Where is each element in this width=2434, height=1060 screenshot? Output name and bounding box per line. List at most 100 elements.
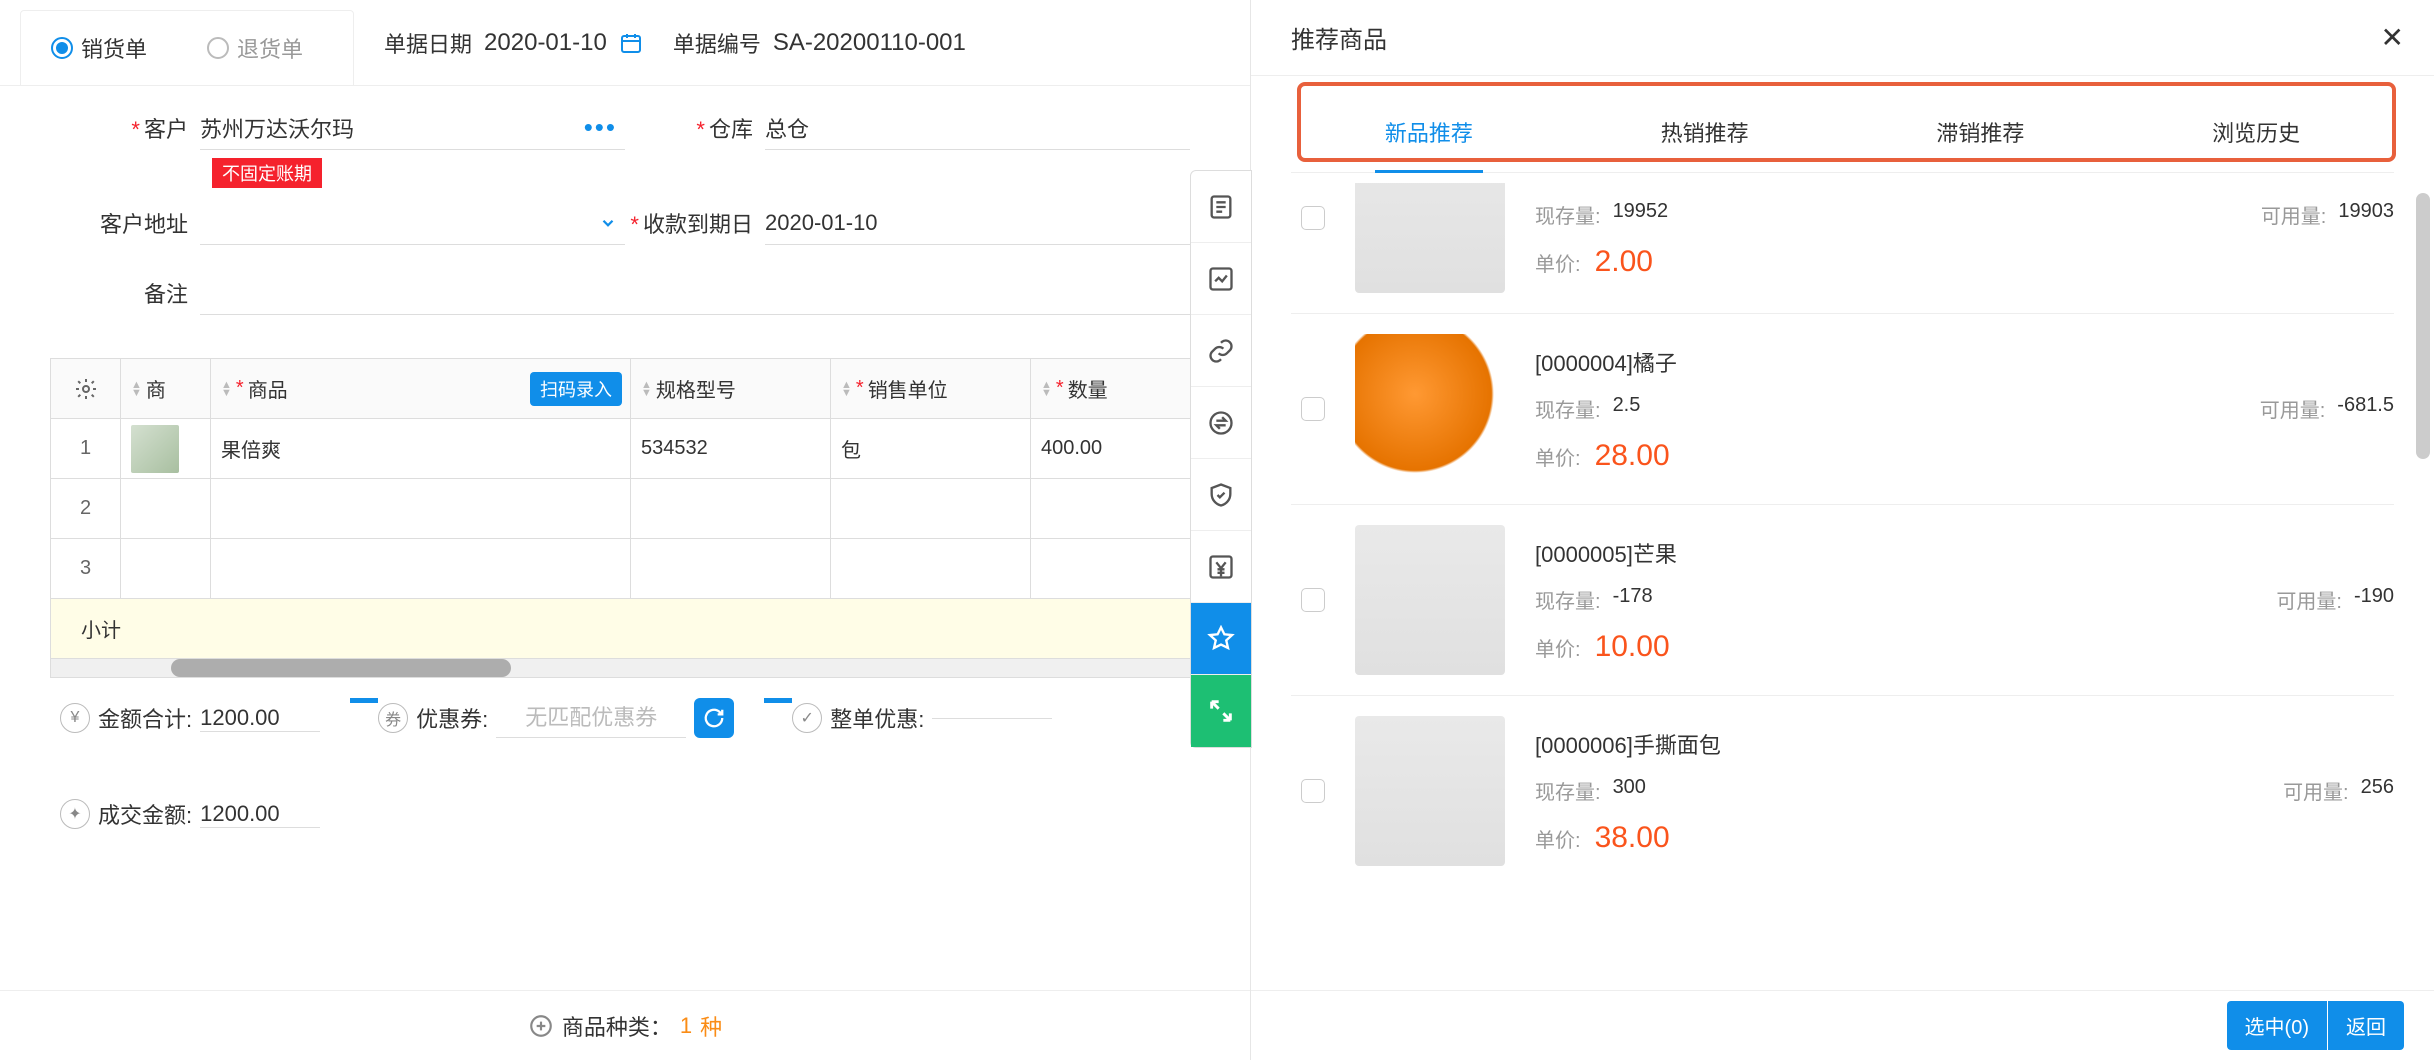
- list-item[interactable]: [0000004]橘子 现存量:2.5 可用量:-681.5 单价:28.00: [1291, 314, 2394, 505]
- doc-no-value: SA-20200110-001: [773, 29, 966, 57]
- radio-checked-icon: [51, 37, 73, 59]
- chevron-down-icon[interactable]: [599, 214, 617, 232]
- yen-icon: ¥: [60, 703, 90, 733]
- recommend-tabs: 新品推荐 热销推荐 滞销推荐 浏览历史: [1291, 92, 2394, 173]
- deal-amount: ✦ 成交金额: 1200.00: [60, 798, 320, 830]
- customer-field[interactable]: 苏州万达沃尔玛 •••: [200, 106, 625, 150]
- form-area: *客户 苏州万达沃尔玛 ••• 不固定账期 *仓库 总仓: [0, 86, 1250, 338]
- price-row: 单价:2.00: [1535, 245, 2394, 279]
- table-row[interactable]: 2: [51, 479, 1199, 539]
- more-dots-icon[interactable]: •••: [584, 112, 617, 143]
- col-thumb[interactable]: 商: [121, 359, 211, 418]
- currency-tool[interactable]: [1191, 531, 1251, 603]
- tab-slow[interactable]: 滞销推荐: [1916, 92, 2044, 172]
- horizontal-scrollbar[interactable]: [51, 659, 1199, 677]
- col-product[interactable]: *商品 扫码录入: [211, 359, 631, 418]
- radio-unchecked-icon: [207, 37, 229, 59]
- item-checkbox[interactable]: [1301, 206, 1325, 230]
- tab-new[interactable]: 新品推荐: [1365, 92, 1493, 172]
- expand-tool[interactable]: [1191, 675, 1251, 747]
- table-row[interactable]: 1 果倍爽 534532 包 400.00: [51, 419, 1199, 479]
- product-thumb: [121, 419, 211, 478]
- avail-stat: 可用量:19903: [2261, 200, 2394, 229]
- gear-icon: [74, 377, 98, 401]
- product-image-placeholder: [1355, 183, 1505, 293]
- item-checkbox[interactable]: [1301, 588, 1325, 612]
- list-item[interactable]: 250mL 现存量:19952 可用量:19903 单价:2.00: [1291, 183, 2394, 314]
- package-icon: [528, 1013, 554, 1039]
- recommend-panel: 推荐商品 ✕ 新品推荐 热销推荐 滞销推荐 浏览历史 250mL 现存量:199…: [1250, 0, 2434, 1060]
- address-label: 客户地址: [60, 207, 200, 239]
- link-tool[interactable]: [1191, 315, 1251, 387]
- shield-tool[interactable]: [1191, 459, 1251, 531]
- item-name: [0000005]芒果: [1535, 537, 2394, 569]
- header-bar: 销货单 退货单 单据日期 2020-01-10 单据编号 SA-20200110…: [0, 0, 1250, 86]
- order-type-radio-group: 销货单 退货单: [20, 10, 354, 86]
- item-checkbox[interactable]: [1301, 397, 1325, 421]
- minus-icon: [350, 698, 378, 703]
- grid-header-row: 商 *商品 扫码录入 规格型号 *销售单位 *数量: [51, 359, 1199, 419]
- bottom-summary-bar: 商品种类： 1 种: [0, 990, 1250, 1060]
- refresh-icon: [703, 707, 725, 729]
- due-date-field[interactable]: 2020-01-10: [765, 201, 1190, 245]
- line-items-grid: 商 *商品 扫码录入 规格型号 *销售单位 *数量 1 果倍爽 534532 包…: [0, 358, 1250, 678]
- gear-column[interactable]: [51, 359, 121, 418]
- selected-count-button[interactable]: 选中(0): [2227, 1001, 2327, 1050]
- price-row: 单价:10.00: [1535, 630, 2394, 664]
- unit-cell[interactable]: 包: [831, 419, 1031, 478]
- radio-return-order[interactable]: 退货单: [187, 22, 313, 74]
- list-item[interactable]: [0000006]手撕面包 现存量:300 可用量:256 单价:38.00: [1291, 696, 2394, 886]
- favorite-tool[interactable]: [1191, 603, 1251, 675]
- doc-date-value[interactable]: 2020-01-10: [484, 29, 607, 57]
- radio-sales-order[interactable]: 销货单: [31, 22, 157, 74]
- total-amount: ¥ 金额合计: 1200.00: [60, 698, 320, 738]
- remark-field[interactable]: [200, 271, 1190, 315]
- stock-stat: 现存量:2.5: [1535, 394, 1640, 423]
- table-row[interactable]: 3: [51, 539, 1199, 599]
- item-checkbox[interactable]: [1301, 779, 1325, 803]
- close-icon[interactable]: ✕: [2381, 21, 2404, 54]
- item-name: [0000006]手撕面包: [1535, 728, 2394, 760]
- tab-hot[interactable]: 热销推荐: [1641, 92, 1769, 172]
- tab-history[interactable]: 浏览历史: [2192, 92, 2320, 172]
- swap-tool[interactable]: [1191, 387, 1251, 459]
- product-image-orange: [1355, 334, 1505, 484]
- vertical-scrollbar[interactable]: [2416, 183, 2430, 667]
- warehouse-field[interactable]: 总仓: [765, 106, 1190, 150]
- refresh-coupon-button[interactable]: [694, 698, 734, 738]
- price-row: 单价:28.00: [1535, 439, 2394, 473]
- minus-icon: [764, 698, 792, 703]
- avail-stat: 可用量:256: [2283, 776, 2394, 805]
- item-name: 250mL: [1535, 183, 2394, 184]
- back-button[interactable]: 返回: [2328, 1001, 2404, 1050]
- stock-stat: 现存量:-178: [1535, 585, 1653, 614]
- chart-tool[interactable]: [1191, 243, 1251, 315]
- notes-tool[interactable]: [1191, 171, 1251, 243]
- coupon-input[interactable]: [496, 698, 686, 738]
- avail-stat: 可用量:-190: [2276, 585, 2394, 614]
- col-spec[interactable]: 规格型号: [631, 359, 831, 418]
- product-name-cell[interactable]: 果倍爽: [211, 419, 631, 478]
- doc-no-group: 单据编号 SA-20200110-001: [673, 27, 966, 59]
- recommend-list: 250mL 现存量:19952 可用量:19903 单价:2.00 [00000…: [1251, 183, 2434, 990]
- product-image-placeholder: [1355, 525, 1505, 675]
- spec-cell[interactable]: 534532: [631, 419, 831, 478]
- totals-area: ¥ 金额合计: 1200.00 券 优惠券: ✓ 整单优惠: ✦: [0, 678, 1250, 850]
- recommend-tabs-wrap: 新品推荐 热销推荐 滞销推荐 浏览历史: [1251, 76, 2434, 183]
- calendar-icon[interactable]: [619, 31, 643, 55]
- col-qty[interactable]: *数量: [1031, 359, 1161, 418]
- coupon-icon: 券: [378, 703, 408, 733]
- account-period-tag: 不固定账期: [212, 158, 322, 188]
- scan-input-button[interactable]: 扫码录入: [530, 372, 622, 406]
- list-item[interactable]: [0000005]芒果 现存量:-178 可用量:-190 单价:10.00: [1291, 505, 2394, 696]
- subtotal-row: 小计: [51, 599, 1199, 659]
- col-unit[interactable]: *销售单位: [831, 359, 1031, 418]
- sales-order-form: 销货单 退货单 单据日期 2020-01-10 单据编号 SA-20200110…: [0, 0, 1250, 1060]
- remark-label: 备注: [60, 277, 200, 309]
- item-name: [0000004]橘子: [1535, 346, 2394, 378]
- whole-discount: ✓ 整单优惠:: [792, 698, 1052, 738]
- stock-stat: 现存量:300: [1535, 776, 1646, 805]
- qty-cell[interactable]: 400.00: [1031, 419, 1161, 478]
- address-field[interactable]: [200, 201, 625, 245]
- avail-stat: 可用量:-681.5: [2260, 394, 2394, 423]
